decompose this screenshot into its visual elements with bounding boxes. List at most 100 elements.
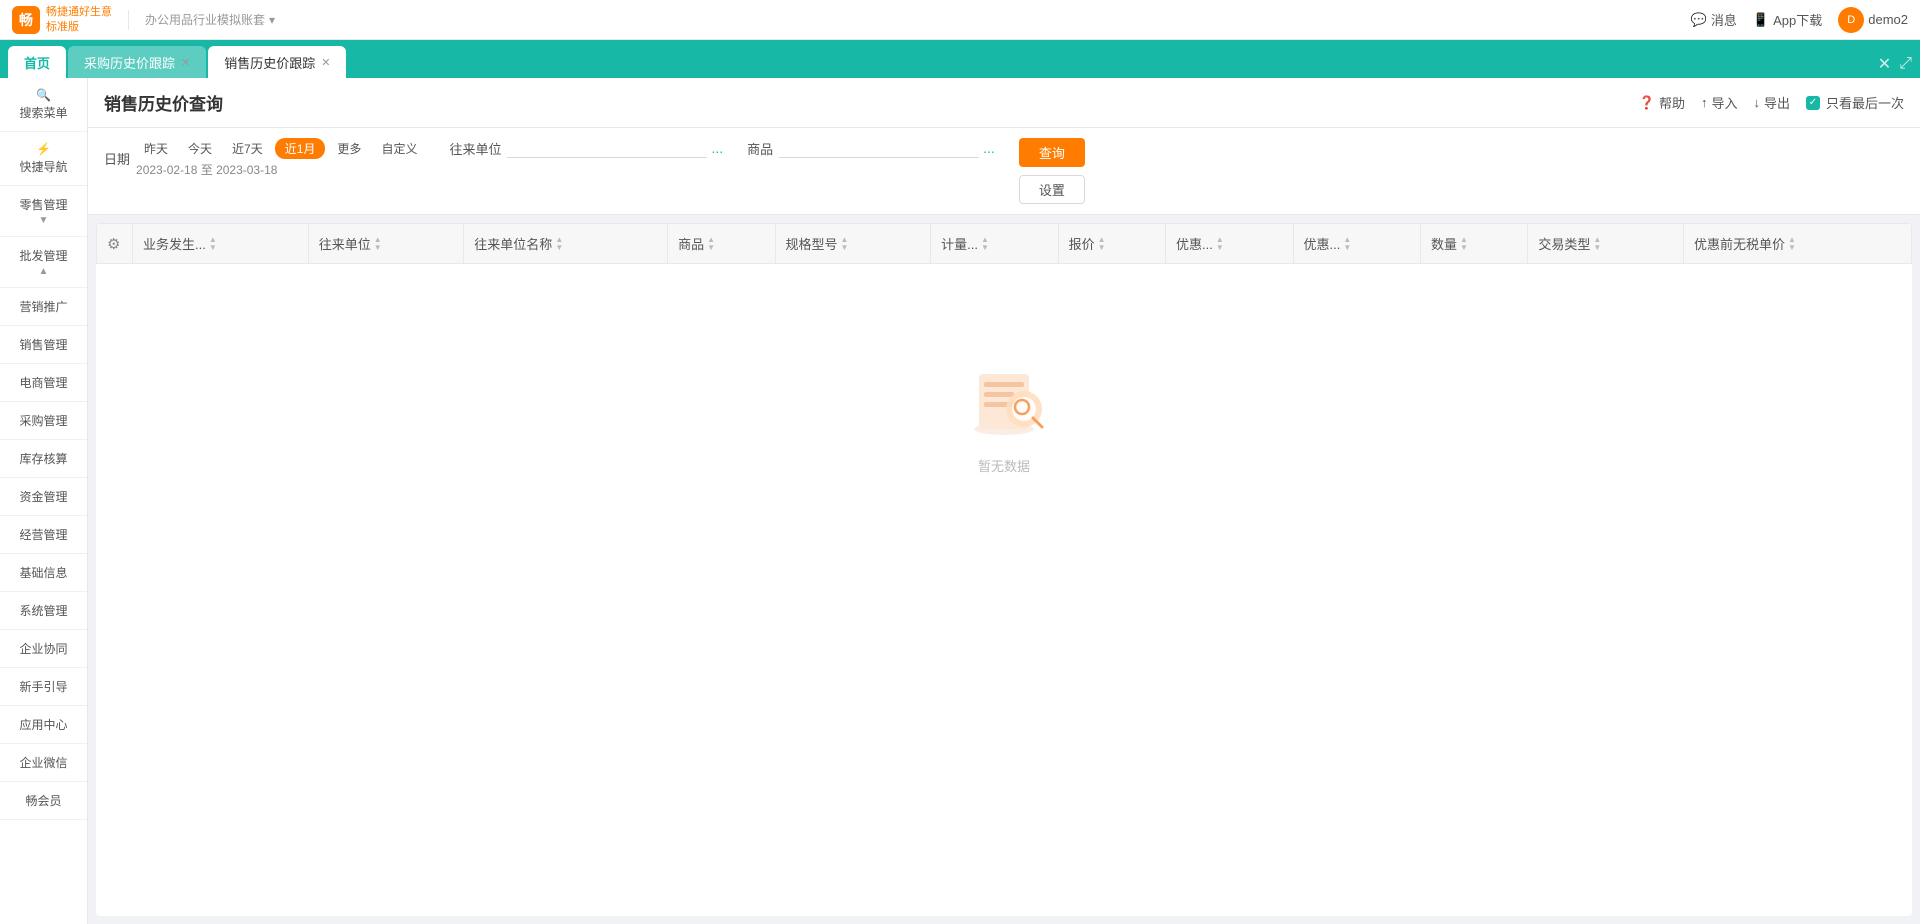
- download-icon: 📱: [1753, 12, 1769, 28]
- sidebar-item-marketing[interactable]: 营销推广: [0, 288, 87, 326]
- sidebar-item-ecom-mgmt[interactable]: 电商管理: [0, 364, 87, 402]
- date-range: 2023-02-18 至 2023-03-18: [136, 161, 425, 178]
- app-download-btn[interactable]: 📱 App下载: [1753, 10, 1822, 29]
- sidebar-item-wholesale-mgmt[interactable]: 批发管理 ▲: [0, 237, 87, 288]
- only-last-checkbox[interactable]: ✓: [1806, 96, 1820, 110]
- import-icon: ↑: [1701, 95, 1708, 110]
- col-settings: ⚙: [97, 224, 133, 264]
- date-btn-7days[interactable]: 近7天: [224, 138, 271, 159]
- top-bar-left: 畅 畅捷通好生意 标准版 办公用品行业模拟账套 ▾: [12, 5, 275, 34]
- col-qty: 数量 ▲▼: [1420, 224, 1527, 264]
- sidebar-item-sys-mgmt[interactable]: 系统管理: [0, 592, 87, 630]
- logo-text: 畅捷通好生意 标准版: [46, 5, 112, 34]
- col-unit: 计量... ▲▼: [931, 224, 1058, 264]
- logo-area: 畅 畅捷通好生意 标准版: [12, 5, 112, 34]
- gear-icon[interactable]: ⚙: [107, 236, 120, 253]
- maximize-icon[interactable]: ⤢: [1899, 55, 1912, 73]
- message-icon: 💬: [1691, 12, 1707, 28]
- avatar: D: [1838, 7, 1864, 33]
- search-button[interactable]: 查询: [1019, 138, 1085, 167]
- user-menu[interactable]: D demo2: [1838, 7, 1908, 33]
- sort-icon[interactable]: ▲▼: [1343, 236, 1351, 252]
- date-label: 日期: [104, 149, 130, 168]
- top-bar-right: 💬 消息 📱 App下载 D demo2: [1691, 7, 1908, 33]
- col-discount2: 优惠... ▲▼: [1293, 224, 1420, 264]
- settings-button[interactable]: 设置: [1019, 175, 1085, 204]
- goods-input[interactable]: [779, 138, 979, 158]
- sidebar-item-coop[interactable]: 企业协同: [0, 630, 87, 668]
- page-header: 销售历史价查询 ❓ 帮助 ↑ 导入 ↓ 导出 ✓: [88, 78, 1920, 128]
- sidebar: 🔍 搜索菜单 ⚡ 快捷导航 零售管理 ▼ 批发管理 ▲ 营销推广 销售管理 电商…: [0, 78, 88, 924]
- goods-dots-icon[interactable]: ...: [983, 140, 995, 156]
- date-btn-custom[interactable]: 自定义: [373, 138, 425, 159]
- sidebar-item-beginner[interactable]: 新手引导: [0, 668, 87, 706]
- main-area: 🔍 搜索菜单 ⚡ 快捷导航 零售管理 ▼ 批发管理 ▲ 营销推广 销售管理 电商…: [0, 78, 1920, 924]
- partner-input-area: ...: [507, 138, 723, 158]
- sort-icon[interactable]: ▲▼: [1098, 236, 1106, 252]
- search-icon: 🔍: [36, 88, 51, 102]
- sort-icon[interactable]: ▲▼: [981, 236, 989, 252]
- sidebar-item-basic-info[interactable]: 基础信息: [0, 554, 87, 592]
- content-area: 销售历史价查询 ❓ 帮助 ↑ 导入 ↓ 导出 ✓: [88, 78, 1920, 924]
- sidebar-item-vip[interactable]: 畅会员: [0, 782, 87, 820]
- data-table: ⚙ 业务发生... ▲▼ 往来单位 ▲▼: [96, 223, 1912, 555]
- sort-icon[interactable]: ▲▼: [1460, 236, 1468, 252]
- tab-close-icon[interactable]: ✕: [181, 56, 190, 69]
- col-partner-name: 往来单位名称 ▲▼: [464, 224, 668, 264]
- date-buttons: 昨天 今天 近7天 近1月 更多 自定义: [136, 138, 425, 159]
- sort-icon[interactable]: ▲▼: [1216, 236, 1224, 252]
- sidebar-item-purchase-mgmt[interactable]: 采购管理: [0, 402, 87, 440]
- sidebar-item-quick-nav[interactable]: ⚡ 快捷导航: [0, 132, 87, 186]
- tab-home[interactable]: 首页: [8, 46, 66, 78]
- close-window-icon[interactable]: ✕: [1878, 54, 1891, 74]
- filter-buttons: 查询 设置: [1019, 138, 1085, 204]
- sort-icon[interactable]: ▲▼: [374, 236, 382, 252]
- sidebar-item-biz-mgmt[interactable]: 经营管理: [0, 516, 87, 554]
- sidebar-item-sales-mgmt[interactable]: 销售管理: [0, 326, 87, 364]
- col-biz-date: 业务发生... ▲▼: [133, 224, 309, 264]
- partner-input[interactable]: [507, 138, 707, 158]
- chevron-down-icon: ▼: [39, 215, 49, 226]
- chevron-up-icon: ▲: [39, 266, 49, 277]
- col-quoted-price: 报价 ▲▼: [1058, 224, 1165, 264]
- goods-label: 商品: [747, 139, 773, 158]
- sidebar-item-corp-wechat[interactable]: 企业微信: [0, 744, 87, 782]
- export-btn[interactable]: ↓ 导出: [1753, 93, 1790, 112]
- divider: [128, 10, 129, 30]
- sidebar-item-search-menu[interactable]: 🔍 搜索菜单: [0, 78, 87, 132]
- sidebar-item-app-center[interactable]: 应用中心: [0, 706, 87, 744]
- only-last-checkbox-area[interactable]: ✓ 只看最后一次: [1806, 93, 1904, 112]
- sidebar-item-retail-mgmt[interactable]: 零售管理 ▼: [0, 186, 87, 237]
- help-btn[interactable]: ❓ 帮助: [1639, 93, 1685, 112]
- sort-icon[interactable]: ▲▼: [707, 236, 715, 252]
- partner-dots-icon[interactable]: ...: [711, 140, 723, 156]
- date-btn-yesterday[interactable]: 昨天: [136, 138, 176, 159]
- date-btn-1month[interactable]: 近1月: [275, 138, 326, 159]
- tab-purchase-history[interactable]: 采购历史价跟踪 ✕: [68, 46, 206, 78]
- table-header: ⚙ 业务发生... ▲▼ 往来单位 ▲▼: [97, 224, 1912, 264]
- import-btn[interactable]: ↑ 导入: [1701, 93, 1738, 112]
- tab-close-icon2[interactable]: ✕: [321, 56, 330, 69]
- app-selector[interactable]: 办公用品行业模拟账套 ▾: [145, 11, 275, 28]
- tab-sales-history[interactable]: 销售历史价跟踪 ✕: [208, 46, 346, 78]
- date-filter: 日期 昨天 今天 近7天 近1月 更多 自定义 2023-02-18 至 202…: [104, 138, 425, 178]
- date-btn-today[interactable]: 今天: [180, 138, 220, 159]
- date-btn-more[interactable]: 更多: [329, 138, 369, 159]
- sort-icon[interactable]: ▲▼: [841, 236, 849, 252]
- sidebar-item-stock-calc[interactable]: 库存核算: [0, 440, 87, 478]
- goods-filter: 商品 ...: [747, 138, 995, 158]
- sort-icon[interactable]: ▲▼: [1593, 236, 1601, 252]
- message-btn[interactable]: 💬 消息: [1691, 10, 1737, 29]
- col-trade-type: 交易类型 ▲▼: [1528, 224, 1684, 264]
- sort-icon[interactable]: ▲▼: [555, 236, 563, 252]
- sidebar-item-finance-mgmt[interactable]: 资金管理: [0, 478, 87, 516]
- sort-icon[interactable]: ▲▼: [1788, 236, 1796, 252]
- col-spec: 规格型号 ▲▼: [775, 224, 931, 264]
- partner-label: 往来单位: [449, 139, 501, 158]
- chevron-down-icon: ▾: [269, 13, 275, 27]
- filter-row: 日期 昨天 今天 近7天 近1月 更多 自定义 2023-02-18 至 202…: [88, 128, 1920, 215]
- tab-bar: 首页 采购历史价跟踪 ✕ 销售历史价跟踪 ✕ ✕ ⤢: [0, 40, 1920, 78]
- table-body: 暂无数据: [97, 264, 1912, 556]
- sort-icon[interactable]: ▲▼: [209, 236, 217, 252]
- tab-bar-controls: ✕ ⤢: [1878, 54, 1920, 78]
